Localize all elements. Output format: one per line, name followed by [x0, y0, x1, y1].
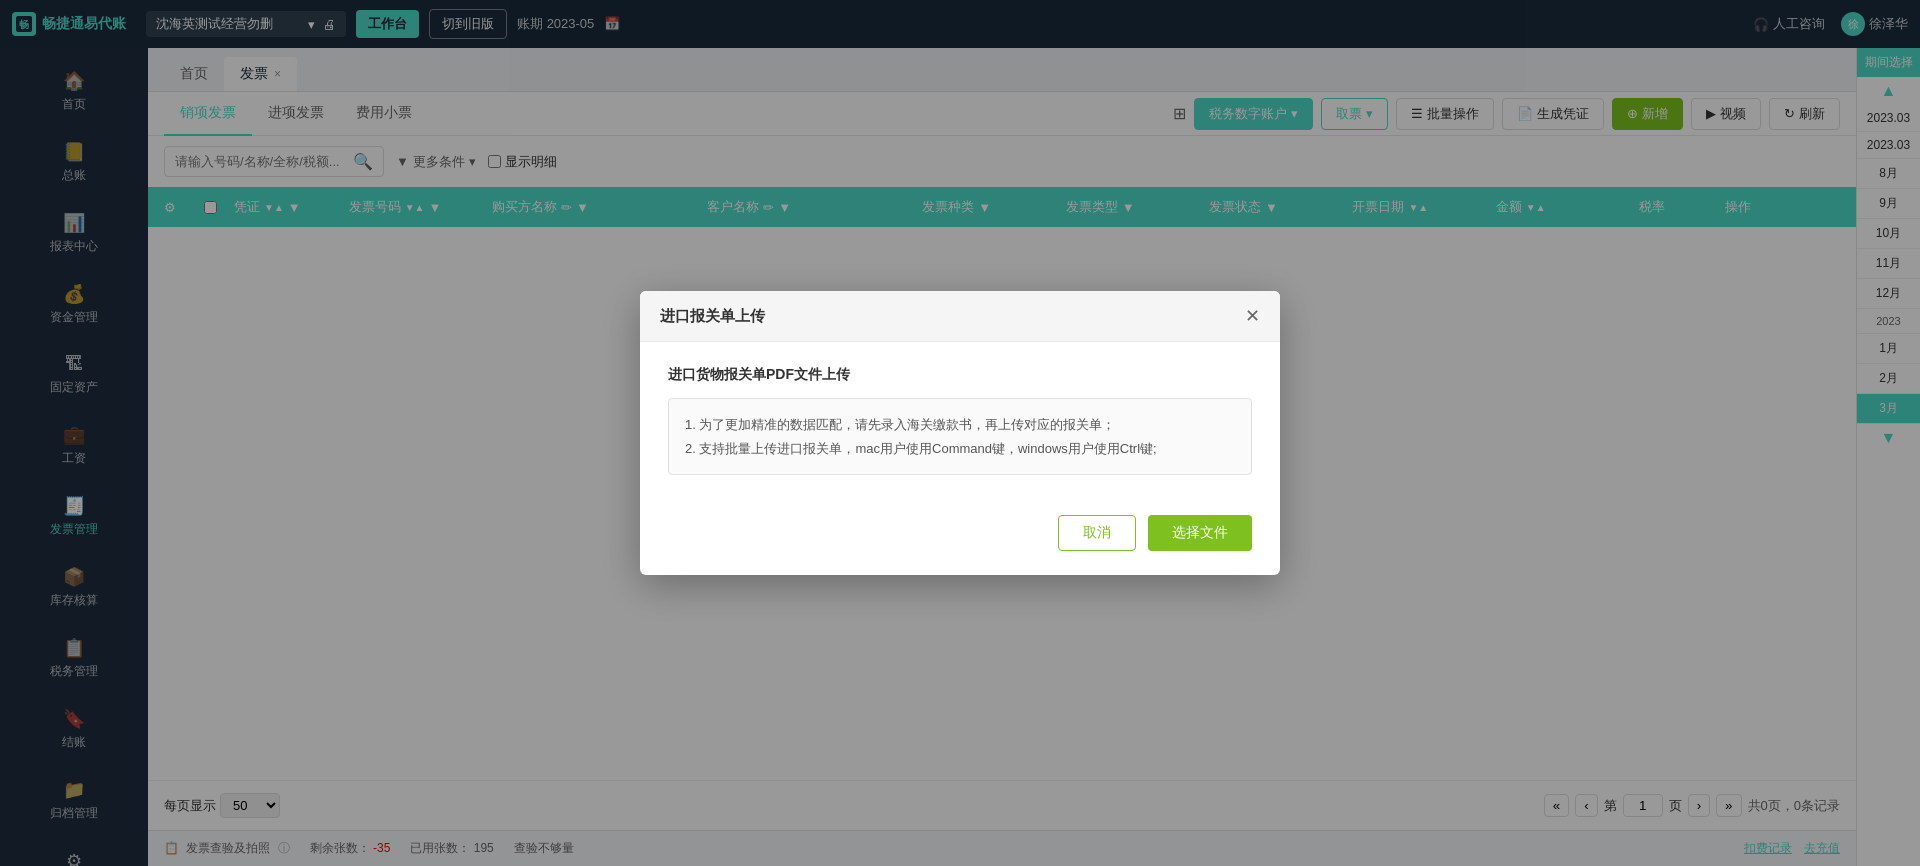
dialog-confirm-button[interactable]: 选择文件 [1148, 515, 1252, 551]
dialog-close-button[interactable]: ✕ [1245, 305, 1260, 327]
dialog-footer: 取消 选择文件 [640, 499, 1280, 575]
dialog-cancel-button[interactable]: 取消 [1058, 515, 1136, 551]
dialog-title: 进口报关单上传 [660, 307, 765, 326]
dialog-header: 进口报关单上传 ✕ [640, 291, 1280, 342]
dialog-section-title: 进口货物报关单PDF文件上传 [668, 366, 1252, 384]
dialog-info-item-0: 1. 为了更加精准的数据匹配，请先录入海关缴款书，再上传对应的报关单； [685, 413, 1235, 436]
dialog-info-item-1: 2. 支持批量上传进口报关单，mac用户使用Command键，windows用户… [685, 437, 1235, 460]
dialog-info-box: 1. 为了更加精准的数据匹配，请先录入海关缴款书，再上传对应的报关单； 2. 支… [668, 398, 1252, 475]
dialog-overlay: 进口报关单上传 ✕ 进口货物报关单PDF文件上传 1. 为了更加精准的数据匹配，… [0, 0, 1920, 866]
dialog-body: 进口货物报关单PDF文件上传 1. 为了更加精准的数据匹配，请先录入海关缴款书，… [640, 342, 1280, 499]
import-dialog: 进口报关单上传 ✕ 进口货物报关单PDF文件上传 1. 为了更加精准的数据匹配，… [640, 291, 1280, 575]
